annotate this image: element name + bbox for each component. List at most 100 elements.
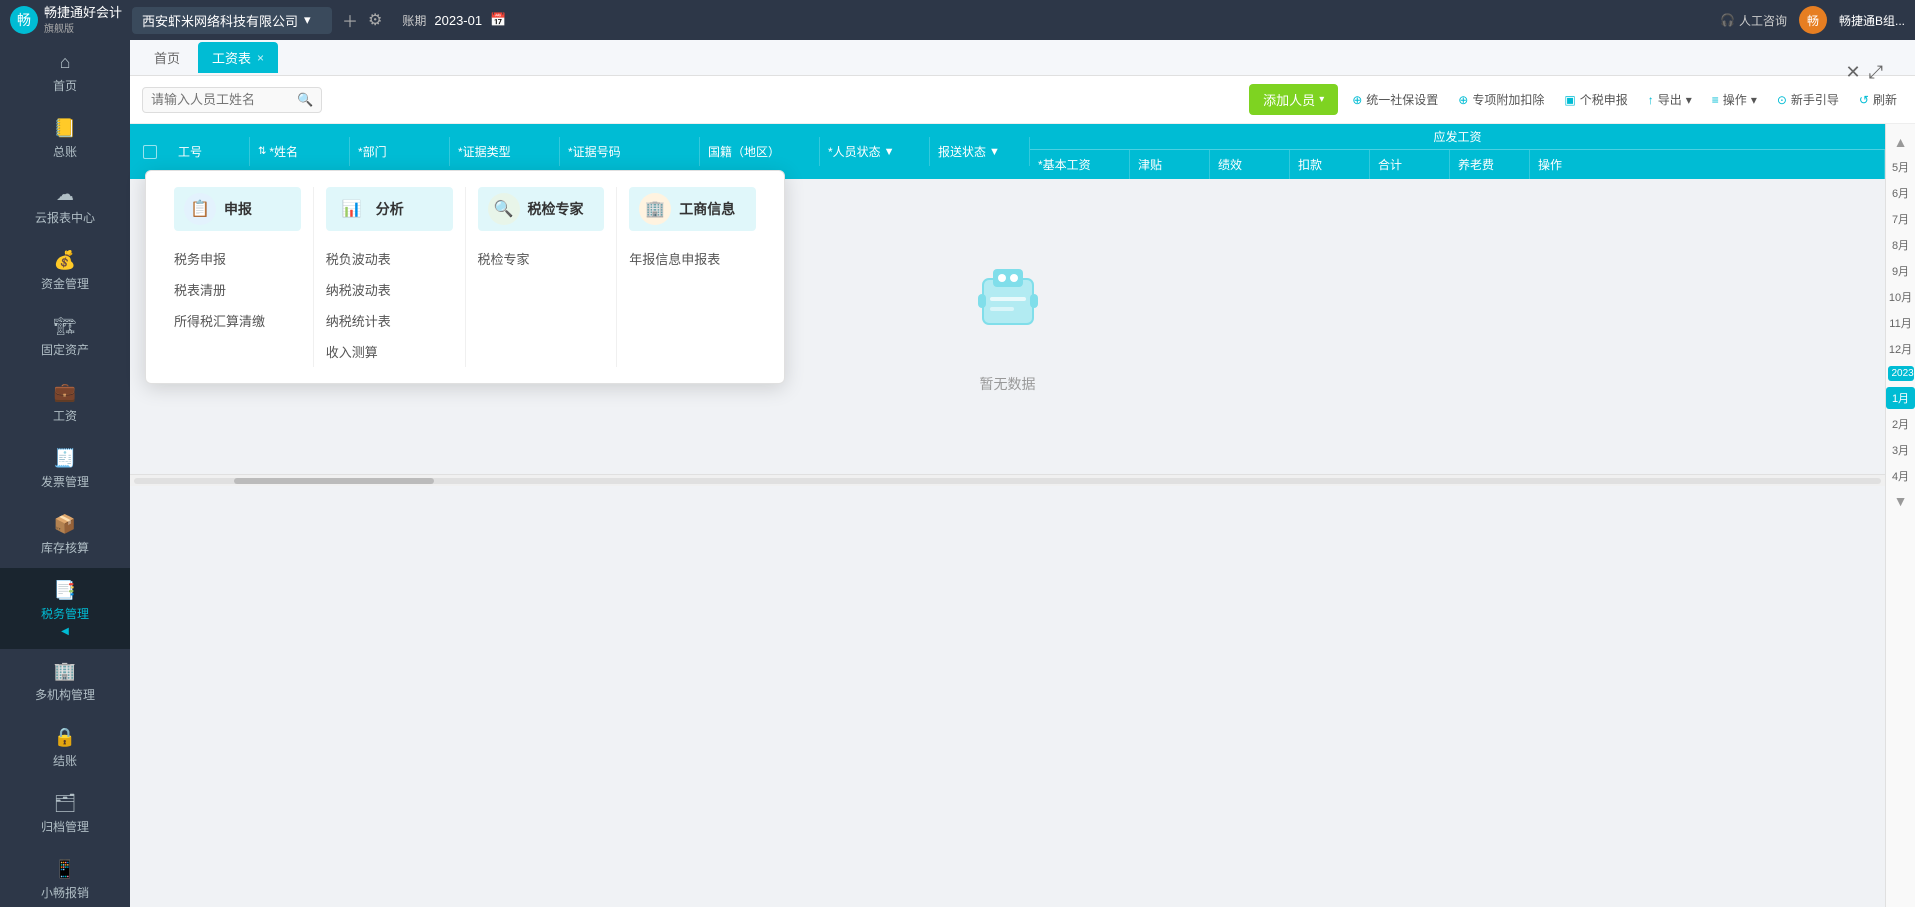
- col-header-analysis: 📊 分析: [326, 187, 453, 231]
- month-item-3[interactable]: 3月: [1886, 439, 1915, 461]
- th-nation: 国籍（地区）: [700, 137, 820, 166]
- month-item-11[interactable]: 11月: [1886, 312, 1915, 334]
- prev-period-button[interactable]: ▲: [1892, 132, 1910, 152]
- month-item-1[interactable]: 1月: [1886, 387, 1915, 409]
- th-cert-no: *证据号码: [560, 137, 700, 166]
- logo-icon: 畅: [10, 6, 38, 34]
- report-filter-icon[interactable]: ▼: [989, 146, 1000, 158]
- month-item-2[interactable]: 2月: [1886, 413, 1915, 435]
- month-item-12[interactable]: 12月: [1886, 338, 1915, 360]
- refresh-button[interactable]: ↺ 刷新: [1853, 87, 1903, 112]
- toolbar: 🔍 添加人员 ▾ ⊕ 统一社保设置 ⊕ 专项附加扣除 ▣ 个税申报 ↑ 导出: [130, 76, 1915, 124]
- dropdown-col-shenbaao: 📋 申报 税务申报 税表清册 所得税汇算清缴: [162, 187, 314, 367]
- home-icon: ⌂: [60, 52, 71, 73]
- th-total: 合计: [1370, 150, 1450, 179]
- invoice-icon: 🧾: [54, 448, 76, 469]
- filter-icon[interactable]: ▼: [884, 146, 895, 158]
- close-icon[interactable]: ✕: [1846, 62, 1861, 83]
- company-name: 西安虾米网络科技有限公司: [142, 11, 298, 30]
- month-item-9[interactable]: 9月: [1886, 260, 1915, 282]
- sidebar-item-fixed-assets[interactable]: 🏗 固定资产: [0, 304, 130, 370]
- th-performance: 绩效: [1210, 150, 1290, 179]
- service-button[interactable]: 🎧 人工咨询: [1720, 12, 1787, 29]
- menu-item-tax-table[interactable]: 税表清册: [174, 274, 301, 305]
- tab-close-icon[interactable]: ×: [257, 51, 264, 65]
- personal-tax-button[interactable]: ▣ 个税申报: [1558, 87, 1633, 112]
- sidebar-item-home[interactable]: ⌂ 首页: [0, 40, 130, 106]
- sidebar-item-invoice[interactable]: 🧾 发票管理: [0, 436, 130, 502]
- tab-home[interactable]: 首页: [140, 42, 194, 73]
- collapse-icon: ◀: [61, 626, 69, 637]
- special-deduction-icon: ⊕: [1458, 93, 1468, 107]
- maximize-icon[interactable]: ⤢: [1869, 62, 1883, 83]
- menu-item-tax-report[interactable]: 税务申报: [174, 243, 301, 274]
- app-version: 旗舰版: [44, 20, 122, 35]
- menu-item-annual-report[interactable]: 年报信息申报表: [629, 243, 756, 274]
- empty-icon: [968, 259, 1048, 358]
- logo-text: 畅捷通好会计 旗舰版: [44, 5, 122, 36]
- special-deduction-button[interactable]: ⊕ 专项附加扣除: [1452, 87, 1550, 112]
- search-input[interactable]: [151, 92, 291, 107]
- th-checkbox[interactable]: [130, 145, 170, 159]
- month-item-4[interactable]: 4月: [1886, 465, 1915, 487]
- shenbao-icon: 📋: [184, 193, 216, 225]
- sidebar-item-mini-report[interactable]: 📱 小畅报销: [0, 847, 130, 907]
- operations-button[interactable]: ≡ 操作 ▾: [1706, 87, 1763, 112]
- tab-payroll-label: 工资表: [212, 48, 251, 67]
- month-item-10[interactable]: 10月: [1886, 286, 1915, 308]
- right-panel: ▲ 5月 6月 7月 8月 9月 10月 11月 12月 2023 1月 2月 …: [1885, 124, 1915, 907]
- col-title-shenbao: 申报: [224, 199, 252, 219]
- sidebar-item-cloud-report[interactable]: ☁ 云报表中心: [0, 172, 130, 238]
- sidebar-item-closing[interactable]: 🔒 结账: [0, 715, 130, 781]
- sidebar-item-tax[interactable]: 📑 税务管理 ◀: [0, 568, 130, 649]
- sidebar-item-archive[interactable]: 🗂 归档管理: [0, 781, 130, 847]
- headset-icon: 🎧: [1720, 13, 1735, 27]
- th-pension: 养老费: [1450, 150, 1530, 179]
- current-year-label: 2023: [1888, 366, 1914, 381]
- menu-item-tax-expert[interactable]: 税检专家: [478, 243, 605, 274]
- multi-org-icon: 🏢: [54, 661, 76, 682]
- fixed-assets-icon: 🏗: [54, 316, 77, 337]
- sidebar-item-multi-org[interactable]: 🏢 多机构管理: [0, 649, 130, 715]
- sidebar: ⌂ 首页 📒 总账 ☁ 云报表中心 💰 资金管理 🏗 固定资产 💼 工资 🧾 发…: [0, 40, 130, 907]
- calendar-icon[interactable]: 📅: [490, 12, 506, 28]
- col-header-bizinfo: 🏢 工商信息: [629, 187, 756, 231]
- sidebar-item-ledger[interactable]: 📒 总账: [0, 106, 130, 172]
- company-selector[interactable]: 西安虾米网络科技有限公司 ▾: [132, 7, 332, 34]
- user-name[interactable]: 畅捷通B组...: [1839, 12, 1905, 29]
- sidebar-item-payroll[interactable]: 💼 工资: [0, 370, 130, 436]
- add-company-icon[interactable]: ＋: [342, 8, 358, 32]
- fund-icon: 💰: [54, 250, 76, 271]
- month-item-5[interactable]: 5月: [1886, 156, 1915, 178]
- closing-icon: 🔒: [54, 727, 76, 748]
- menu-item-tax-stats[interactable]: 纳税统计表: [326, 305, 453, 336]
- popup-controls: ✕ ⤢: [1846, 62, 1884, 83]
- settings-icon[interactable]: ⚙: [368, 10, 382, 30]
- th-report-status: 报送状态 ▼: [930, 137, 1030, 166]
- menu-item-income-tax[interactable]: 所得税汇算清缴: [174, 305, 301, 336]
- sidebar-item-inventory[interactable]: 📦 库存核算: [0, 502, 130, 568]
- export-button[interactable]: ↑ 导出 ▾: [1642, 87, 1698, 112]
- menu-item-tax-payment-fluctuation[interactable]: 纳税波动表: [326, 274, 453, 305]
- month-item-8[interactable]: 8月: [1886, 234, 1915, 256]
- dropdown-columns: 📋 申报 税务申报 税表清册 所得税汇算清缴 📊 分析 税负波动表 纳税波动表 …: [162, 187, 768, 367]
- month-item-6[interactable]: 6月: [1886, 182, 1915, 204]
- month-item-7[interactable]: 7月: [1886, 208, 1915, 230]
- search-wrapper[interactable]: 🔍: [142, 87, 322, 113]
- col-header-tax-expert: 🔍 税检专家: [478, 187, 605, 231]
- horizontal-scrollbar[interactable]: [130, 474, 1885, 486]
- sidebar-item-fund[interactable]: 💰 资金管理: [0, 238, 130, 304]
- personal-tax-icon: ▣: [1564, 93, 1575, 107]
- scroll-thumb[interactable]: [234, 478, 434, 484]
- top-bar: 畅 畅捷通好会计 旗舰版 西安虾米网络科技有限公司 ▾ ＋ ⚙ 账期 2023-…: [0, 0, 1915, 40]
- th-name: ⇅ *姓名: [250, 137, 350, 166]
- select-all-checkbox[interactable]: [143, 145, 157, 159]
- new-guide-button[interactable]: ⊙ 新手引导: [1771, 87, 1845, 112]
- menu-item-income-estimate[interactable]: 收入测算: [326, 336, 453, 367]
- menu-item-tax-fluctuation[interactable]: 税负波动表: [326, 243, 453, 274]
- add-person-button[interactable]: 添加人员 ▾: [1249, 84, 1338, 115]
- social-security-button[interactable]: ⊕ 统一社保设置: [1346, 87, 1444, 112]
- top-right: 🎧 人工咨询 畅 畅捷通B组...: [1720, 6, 1905, 34]
- next-period-button[interactable]: ▼: [1892, 491, 1910, 511]
- tab-payroll[interactable]: 工资表 ×: [198, 42, 278, 73]
